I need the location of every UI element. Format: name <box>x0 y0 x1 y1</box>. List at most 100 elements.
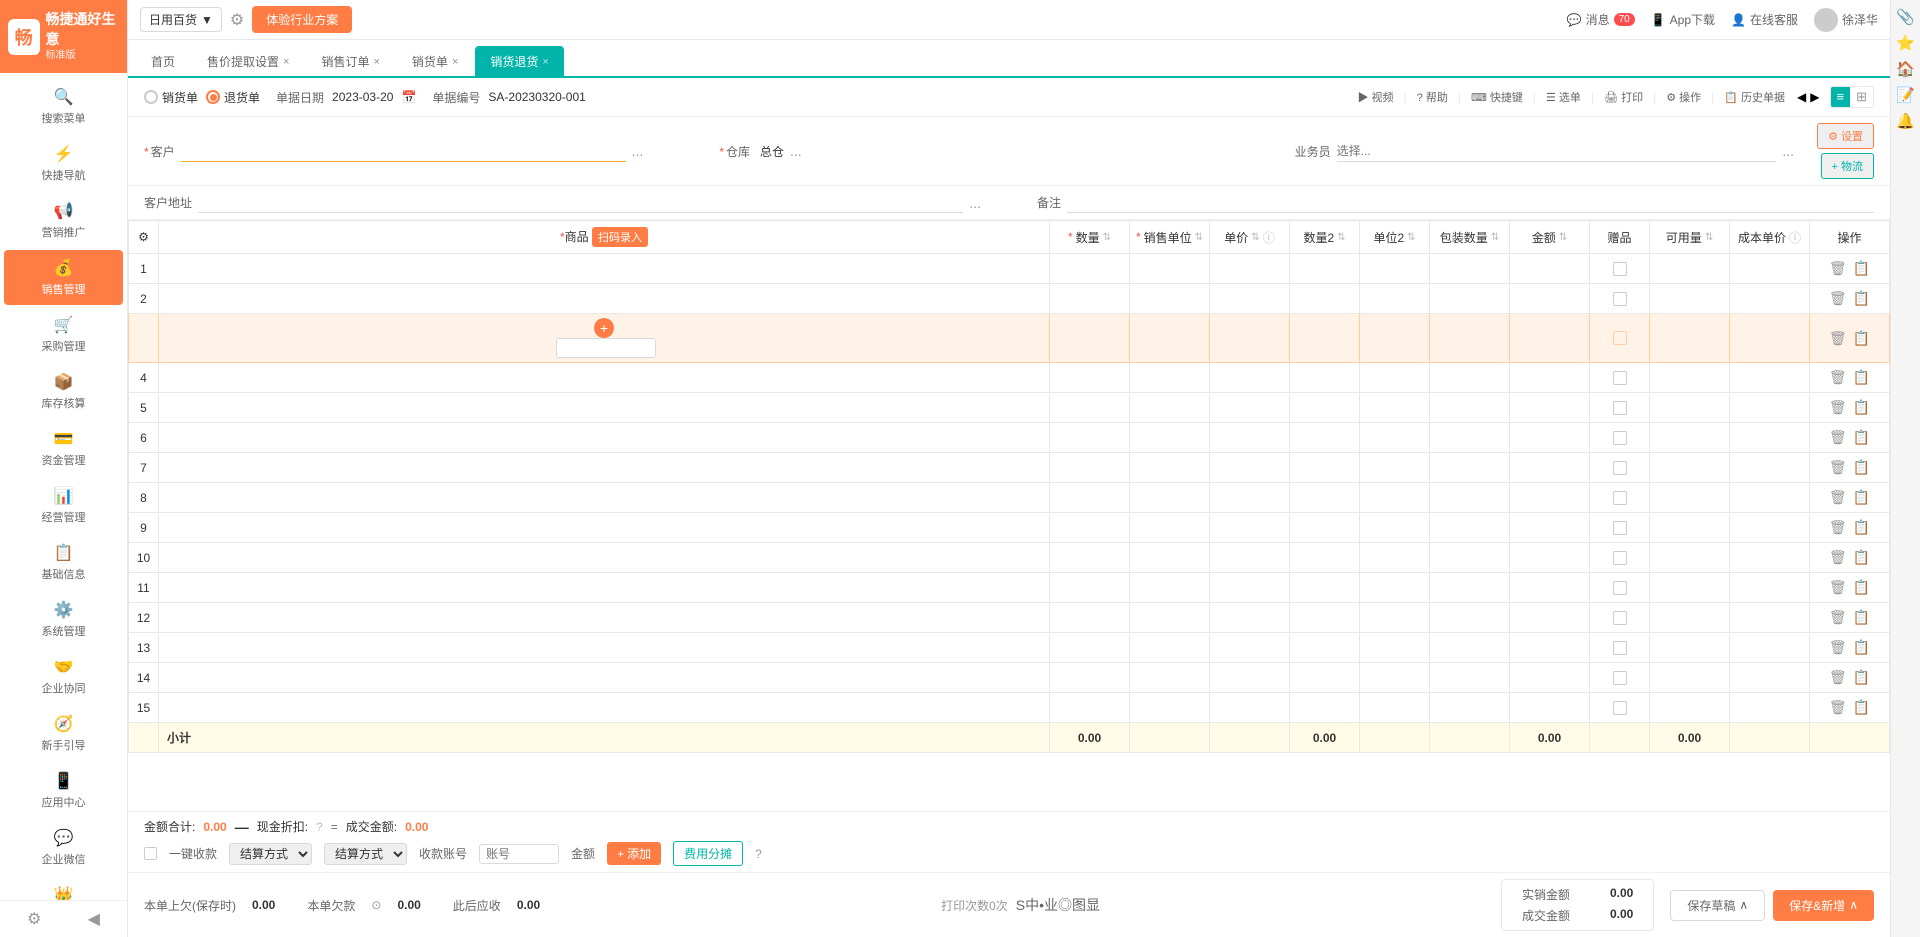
customer-addr-dots-btn[interactable]: ... <box>969 195 981 211</box>
sidebar-item-enterprise[interactable]: 🤝企业协同 <box>4 649 123 704</box>
attachment-icon[interactable]: 📎 <box>1896 8 1915 26</box>
warehouse-dots-btn[interactable]: ... <box>790 143 802 159</box>
collapse-icon[interactable]: ◀ <box>88 909 100 929</box>
row-unit-15[interactable] <box>1130 693 1210 723</box>
row-copy-icon-11[interactable]: 📋 <box>1853 579 1870 596</box>
row-qty-3[interactable] <box>1050 314 1130 363</box>
qty2-sort-icon[interactable]: ⇅ <box>1337 232 1345 243</box>
row-qty2-6[interactable] <box>1290 423 1360 453</box>
row-price-8[interactable] <box>1210 483 1290 513</box>
customer-addr-input[interactable] <box>198 192 963 213</box>
save-new-dropdown-icon[interactable]: ∧ <box>1849 898 1858 912</box>
row-price-13[interactable] <box>1210 633 1290 663</box>
radio-sale[interactable]: 销货单 <box>144 89 198 106</box>
row-pkg-qty-9[interactable] <box>1430 513 1510 543</box>
row-unit-5[interactable] <box>1130 393 1210 423</box>
row-gift-11[interactable] <box>1590 573 1650 603</box>
row-gift-2[interactable] <box>1590 284 1650 314</box>
row-amount-13[interactable] <box>1510 633 1590 663</box>
row-unit-13[interactable] <box>1130 633 1210 663</box>
tab-sale-bill[interactable]: 销货单 × <box>397 46 473 76</box>
row-pkg-qty-14[interactable] <box>1430 663 1510 693</box>
row-copy-icon-5[interactable]: 📋 <box>1853 399 1870 416</box>
row-qty2-15[interactable] <box>1290 693 1360 723</box>
row-available-1[interactable] <box>1650 254 1730 284</box>
toolbar-history-btn[interactable]: 📋 历史单据 <box>1720 87 1789 107</box>
sidebar-item-system[interactable]: ⚙️系统管理 <box>4 592 123 647</box>
row-product-3[interactable]: + <box>159 314 1050 363</box>
account-input[interactable] <box>479 844 559 864</box>
sidebar-item-marketing[interactable]: 📢营销推广 <box>4 193 123 248</box>
row-unit2-3[interactable] <box>1360 314 1430 363</box>
row-available-13[interactable] <box>1650 633 1730 663</box>
toolbar-video-btn[interactable]: ▶ 视频 <box>1353 87 1397 107</box>
row-gift-3[interactable] <box>1590 314 1650 363</box>
scan-btn[interactable]: 扫码录入 <box>592 227 648 247</box>
settings-bottom-icon[interactable]: ⚙ <box>27 909 41 929</box>
row-amount-7[interactable] <box>1510 453 1590 483</box>
row-qty-13[interactable] <box>1050 633 1130 663</box>
row-amount-9[interactable] <box>1510 513 1590 543</box>
row-qty2-10[interactable] <box>1290 543 1360 573</box>
row-pkg-qty-11[interactable] <box>1430 573 1510 603</box>
price-sort-icon[interactable]: ⇅ <box>1251 232 1259 243</box>
row-available-2[interactable] <box>1650 284 1730 314</box>
row-product-13[interactable] <box>159 633 1050 663</box>
customer-dots-btn[interactable]: ... <box>632 143 644 159</box>
row-copy-icon-1[interactable]: 📋 <box>1853 260 1870 277</box>
tab-close-sale-bill[interactable]: × <box>452 56 458 68</box>
cost-price-info-icon[interactable]: ⓘ <box>1789 229 1801 246</box>
row-qty-11[interactable] <box>1050 573 1130 603</box>
row-qty2-4[interactable] <box>1290 363 1360 393</box>
logistics-side-btn[interactable]: + 物流 <box>1821 153 1874 179</box>
row-unit2-6[interactable] <box>1360 423 1430 453</box>
nav-next-icon[interactable]: ▶ <box>1810 90 1819 104</box>
row-gift-15[interactable] <box>1590 693 1650 723</box>
row-cost-price-13[interactable] <box>1730 633 1810 663</box>
salesperson-dots-btn[interactable]: ... <box>1782 143 1794 159</box>
app-download-item[interactable]: 📱 App下载 <box>1651 11 1715 28</box>
row-price-12[interactable] <box>1210 603 1290 633</box>
sidebar-item-search[interactable]: 🔍搜索菜单 <box>4 79 123 134</box>
bell-icon[interactable]: 🔔 <box>1896 112 1915 130</box>
th-settings[interactable]: ⚙ <box>129 221 159 254</box>
row-amount-5[interactable] <box>1510 393 1590 423</box>
toolbar-operate-btn[interactable]: ⚙ 操作 <box>1662 87 1705 107</box>
row-unit2-4[interactable] <box>1360 363 1430 393</box>
row-available-8[interactable] <box>1650 483 1730 513</box>
row-unit2-12[interactable] <box>1360 603 1430 633</box>
available-sort-icon[interactable]: ⇅ <box>1705 232 1713 243</box>
tab-sale-order[interactable]: 销售订单 × <box>306 46 394 76</box>
row-unit2-2[interactable] <box>1360 284 1430 314</box>
row-copy-icon-12[interactable]: 📋 <box>1853 609 1870 626</box>
row-copy-icon-2[interactable]: 📋 <box>1853 290 1870 307</box>
row-unit-9[interactable] <box>1130 513 1210 543</box>
row-price-9[interactable] <box>1210 513 1290 543</box>
row-gift-7[interactable] <box>1590 453 1650 483</box>
row-product-7[interactable] <box>159 453 1050 483</box>
row-available-5[interactable] <box>1650 393 1730 423</box>
sidebar-item-guide[interactable]: 🧭新手引导 <box>4 706 123 761</box>
row-amount-2[interactable] <box>1510 284 1590 314</box>
row-unit-3[interactable] <box>1130 314 1210 363</box>
row-qty-9[interactable] <box>1050 513 1130 543</box>
tab-close-sale-return[interactable]: × <box>542 56 548 68</box>
row-amount-15[interactable] <box>1510 693 1590 723</box>
row-cost-price-9[interactable] <box>1730 513 1810 543</box>
row-cost-price-7[interactable] <box>1730 453 1810 483</box>
row-delete-icon-5[interactable]: 🗑 <box>1829 399 1847 416</box>
row-copy-icon-6[interactable]: 📋 <box>1853 429 1870 446</box>
row-qty2-13[interactable] <box>1290 633 1360 663</box>
row-product-2[interactable] <box>159 284 1050 314</box>
row-qty2-9[interactable] <box>1290 513 1360 543</box>
row-amount-11[interactable] <box>1510 573 1590 603</box>
row-delete-icon-12[interactable]: 🗑 <box>1829 609 1847 626</box>
row-price-2[interactable] <box>1210 284 1290 314</box>
row-unit-10[interactable] <box>1130 543 1210 573</box>
row-qty2-3[interactable] <box>1290 314 1360 363</box>
row-pkg-qty-2[interactable] <box>1430 284 1510 314</box>
row-product-11[interactable] <box>159 573 1050 603</box>
row-unit2-8[interactable] <box>1360 483 1430 513</box>
row-copy-icon-3[interactable]: 📋 <box>1853 330 1870 347</box>
row-product-5[interactable] <box>159 393 1050 423</box>
